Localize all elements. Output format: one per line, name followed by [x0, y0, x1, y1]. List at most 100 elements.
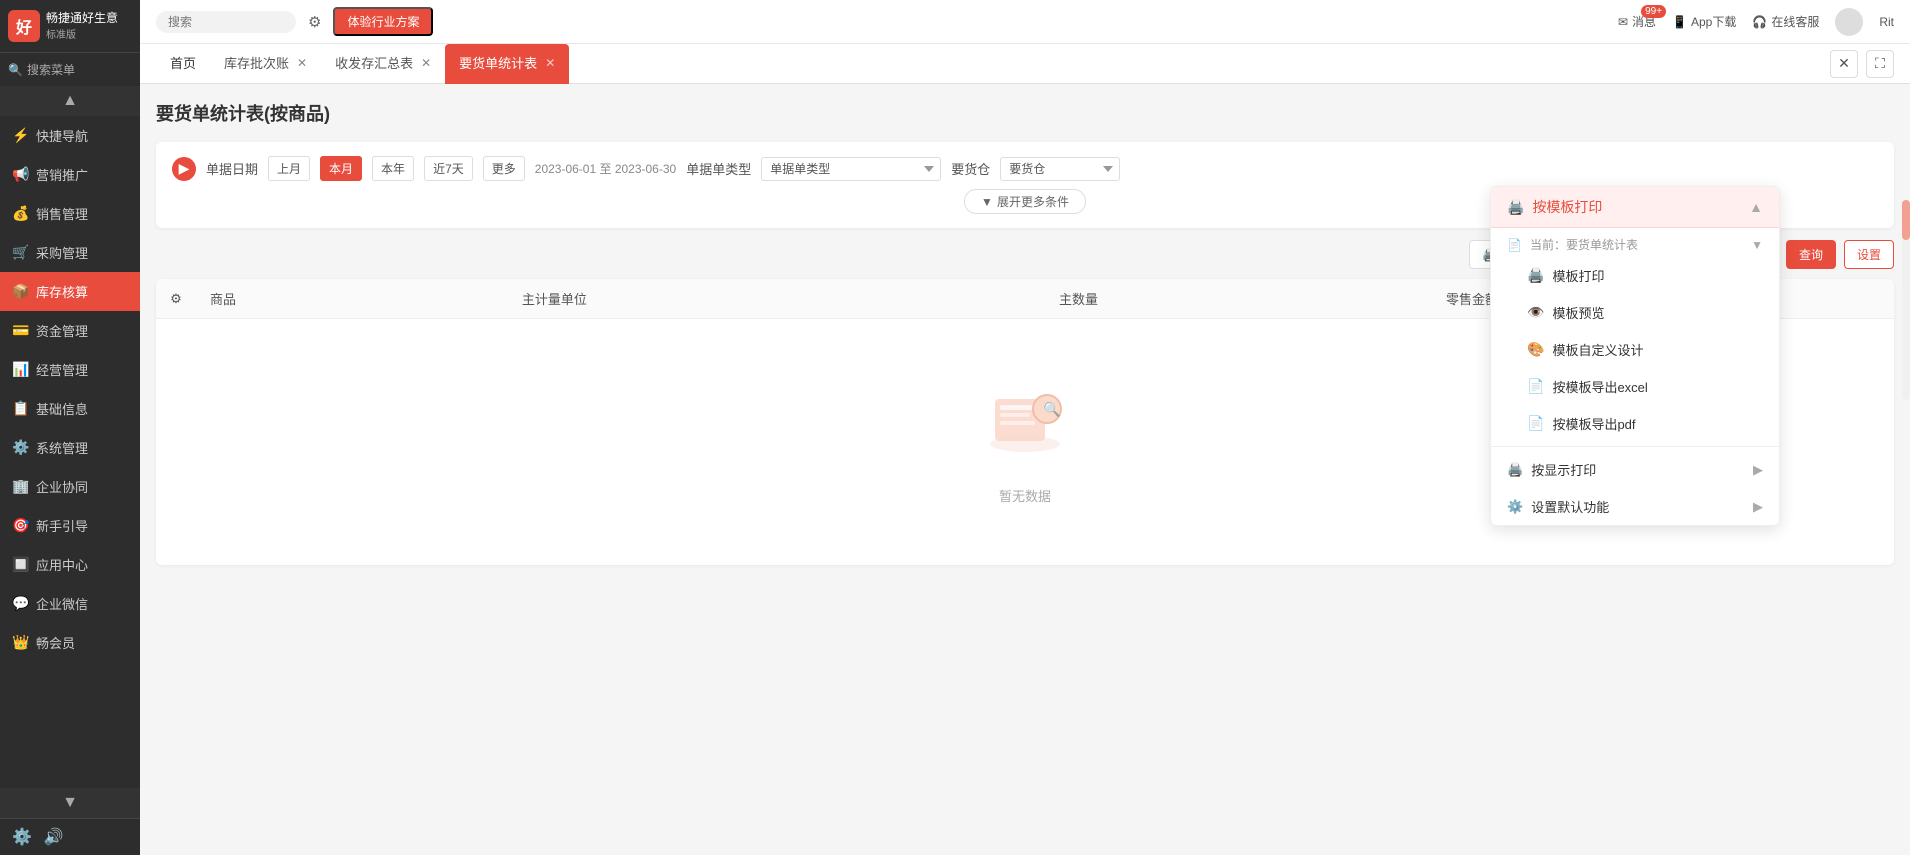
- sidebar-item-quick-nav[interactable]: ⚡ 快捷导航: [0, 116, 140, 155]
- sidebar-item-marketing[interactable]: 📢 营销推广: [0, 155, 140, 194]
- sidebar-item-inventory[interactable]: 📦 库存核算: [0, 272, 140, 311]
- dropdown-item-template-print[interactable]: 🖨️ 模板打印: [1491, 257, 1779, 294]
- sidebar-item-wechat[interactable]: 💬 企业微信: [0, 584, 140, 623]
- tab-receipts-summary[interactable]: 收发存汇总表 ✕: [321, 44, 445, 84]
- current-template-label: 当前：要货单统计表: [1530, 236, 1638, 253]
- warehouse-filter-select[interactable]: 要货仓: [1000, 157, 1120, 181]
- settings-button[interactable]: 设置: [1844, 240, 1894, 269]
- sidebar: 好 畅捷通好生意 标准版 🔍 搜索菜单 ▲ ⚡ 快捷导航 📢 营销推广 💰 销售…: [0, 0, 140, 855]
- type-filter-label: 单据单类型: [686, 159, 751, 178]
- print-dropdown-menu: 🖨️ 按模板打印 ▲ 📄 当前：要货单统计表 ▼ 🖨️ 模板打印 👁️: [1490, 186, 1780, 526]
- template-print-label: 模板打印: [1552, 266, 1604, 285]
- sidebar-item-label: 营销推广: [36, 165, 88, 184]
- date-btn-7days[interactable]: 近7天: [424, 156, 473, 181]
- dropdown-title: 🖨️ 按模板打印: [1507, 197, 1602, 217]
- dropdown-item-export-pdf[interactable]: 📄 按模板导出pdf: [1491, 405, 1779, 442]
- search-icon: 🔍: [8, 63, 23, 77]
- date-btn-this-month[interactable]: 本月: [320, 156, 362, 181]
- tab-receipts-summary-close[interactable]: ✕: [421, 56, 431, 70]
- gear-settings-icon[interactable]: ⚙: [170, 291, 182, 306]
- template-preview-label: 模板预览: [1552, 303, 1604, 322]
- tab-home-label: 首页: [170, 53, 196, 72]
- current-template-icon: 📄: [1507, 238, 1522, 252]
- topbar-search-input[interactable]: [156, 11, 296, 33]
- sidebar-item-member[interactable]: 👑 畅会员: [0, 623, 140, 662]
- tab-batch-account-close[interactable]: ✕: [297, 56, 307, 70]
- system-icon: ⚙️: [12, 439, 30, 456]
- main-area: ⚙ 体验行业方案 ✉ 消息 99+ 📱 App下载 🎧 在线客服 Rit 首页: [140, 0, 1910, 855]
- sidebar-item-label: 基础信息: [36, 399, 88, 418]
- template-print-icon: 🖨️: [1527, 267, 1544, 284]
- app-version: 标准版: [46, 26, 118, 41]
- message-badge: 99+: [1641, 5, 1666, 18]
- query-button[interactable]: 查询: [1786, 240, 1836, 269]
- sidebar-search[interactable]: 🔍 搜索菜单: [0, 53, 140, 86]
- sidebar-item-system[interactable]: ⚙️ 系统管理: [0, 428, 140, 467]
- tab-order-stats[interactable]: 要货单统计表 ✕: [445, 44, 569, 84]
- current-template-chevron: ▼: [1751, 238, 1763, 252]
- scrollbar-thumb: [1902, 200, 1910, 240]
- current-template-section: 📄 当前：要货单统计表 ▼: [1491, 228, 1779, 257]
- online-service-button[interactable]: 🎧 在线客服: [1752, 13, 1819, 30]
- dropdown-chevron-up-icon[interactable]: ▲: [1749, 199, 1763, 215]
- sidebar-scroll-down[interactable]: ▼: [0, 788, 140, 818]
- date-btn-this-year[interactable]: 本年: [372, 156, 414, 181]
- message-button[interactable]: ✉ 消息 99+: [1618, 13, 1656, 30]
- dropdown-item-export-excel[interactable]: 📄 按模板导出excel: [1491, 368, 1779, 405]
- settings-icon[interactable]: ⚙️: [12, 827, 32, 847]
- export-pdf-label: 按模板导出pdf: [1552, 414, 1635, 433]
- sidebar-item-sales[interactable]: 💰 销售管理: [0, 194, 140, 233]
- display-print-label: 按显示打印: [1531, 460, 1596, 479]
- tab-home[interactable]: 首页: [156, 44, 210, 84]
- promo-button[interactable]: 体验行业方案: [333, 7, 433, 36]
- dropdown-header: 🖨️ 按模板打印 ▲: [1491, 187, 1779, 228]
- tab-maximize-button[interactable]: ⛶: [1866, 50, 1894, 78]
- sidebar-bottom: ⚙️ 🔊: [0, 818, 140, 855]
- sidebar-item-basics[interactable]: 📋 基础信息: [0, 389, 140, 428]
- tab-close-all-button[interactable]: ✕: [1830, 50, 1858, 78]
- expand-conditions-button[interactable]: ▼ 展开更多条件: [964, 189, 1086, 214]
- sidebar-item-enterprise[interactable]: 🏢 企业协同: [0, 467, 140, 506]
- tabbar: 首页 库存批次账 ✕ 收发存汇总表 ✕ 要货单统计表 ✕ ✕ ⛶: [140, 44, 1910, 84]
- sidebar-item-label: 应用中心: [36, 555, 88, 574]
- default-func-icon: ⚙️: [1507, 499, 1523, 515]
- display-print-chevron: ▶: [1753, 462, 1763, 478]
- dropdown-item-default-func[interactable]: ⚙️ 设置默认功能 ▶: [1491, 488, 1779, 525]
- dropdown-item-template-design[interactable]: 🎨 模板自定义设计: [1491, 331, 1779, 368]
- right-scrollbar[interactable]: [1902, 200, 1910, 400]
- sidebar-item-label: 企业微信: [36, 594, 88, 613]
- sidebar-item-label: 采购管理: [36, 243, 88, 262]
- sidebar-item-operations[interactable]: 📊 经营管理: [0, 350, 140, 389]
- date-btn-more[interactable]: 更多: [483, 156, 525, 181]
- app-download-label: App下载: [1691, 13, 1736, 30]
- sidebar-scroll-up[interactable]: ▲: [0, 86, 140, 116]
- sidebar-item-finance[interactable]: 💳 资金管理: [0, 311, 140, 350]
- tab-order-stats-close[interactable]: ✕: [545, 56, 555, 70]
- sidebar-item-label: 快捷导航: [36, 126, 88, 145]
- member-icon: 👑: [12, 634, 30, 651]
- dropdown-item-template-preview[interactable]: 👁️ 模板预览: [1491, 294, 1779, 331]
- filter-expand-button[interactable]: ▶: [172, 157, 196, 181]
- enterprise-icon: 🏢: [12, 478, 30, 495]
- expand-label: 展开更多条件: [997, 193, 1069, 210]
- download-icon: 📱: [1672, 15, 1687, 29]
- operations-icon: 📊: [12, 361, 30, 378]
- topbar-gear-icon[interactable]: ⚙: [308, 13, 321, 31]
- finance-icon: 💳: [12, 322, 30, 339]
- template-design-label: 模板自定义设计: [1552, 340, 1643, 359]
- col-checkbox: ⚙: [156, 279, 196, 319]
- export-pdf-icon: 📄: [1527, 415, 1544, 432]
- sidebar-item-guide[interactable]: 🎯 新手引导: [0, 506, 140, 545]
- topbar: ⚙ 体验行业方案 ✉ 消息 99+ 📱 App下载 🎧 在线客服 Rit: [140, 0, 1910, 44]
- date-btn-last-month[interactable]: 上月: [268, 156, 310, 181]
- tab-batch-account[interactable]: 库存批次账 ✕: [210, 44, 321, 84]
- app-download-button[interactable]: 📱 App下载: [1672, 13, 1736, 30]
- type-filter-select[interactable]: 单据单类型: [761, 157, 941, 181]
- sidebar-item-label: 销售管理: [36, 204, 88, 223]
- sidebar-item-purchase[interactable]: 🛒 采购管理: [0, 233, 140, 272]
- sidebar-item-apps[interactable]: 🔲 应用中心: [0, 545, 140, 584]
- volume-icon[interactable]: 🔊: [44, 827, 64, 847]
- dropdown-item-display-print[interactable]: 🖨️ 按显示打印 ▶: [1491, 451, 1779, 488]
- col-unit: 主计量单位: [508, 279, 1045, 319]
- avatar[interactable]: [1835, 8, 1863, 36]
